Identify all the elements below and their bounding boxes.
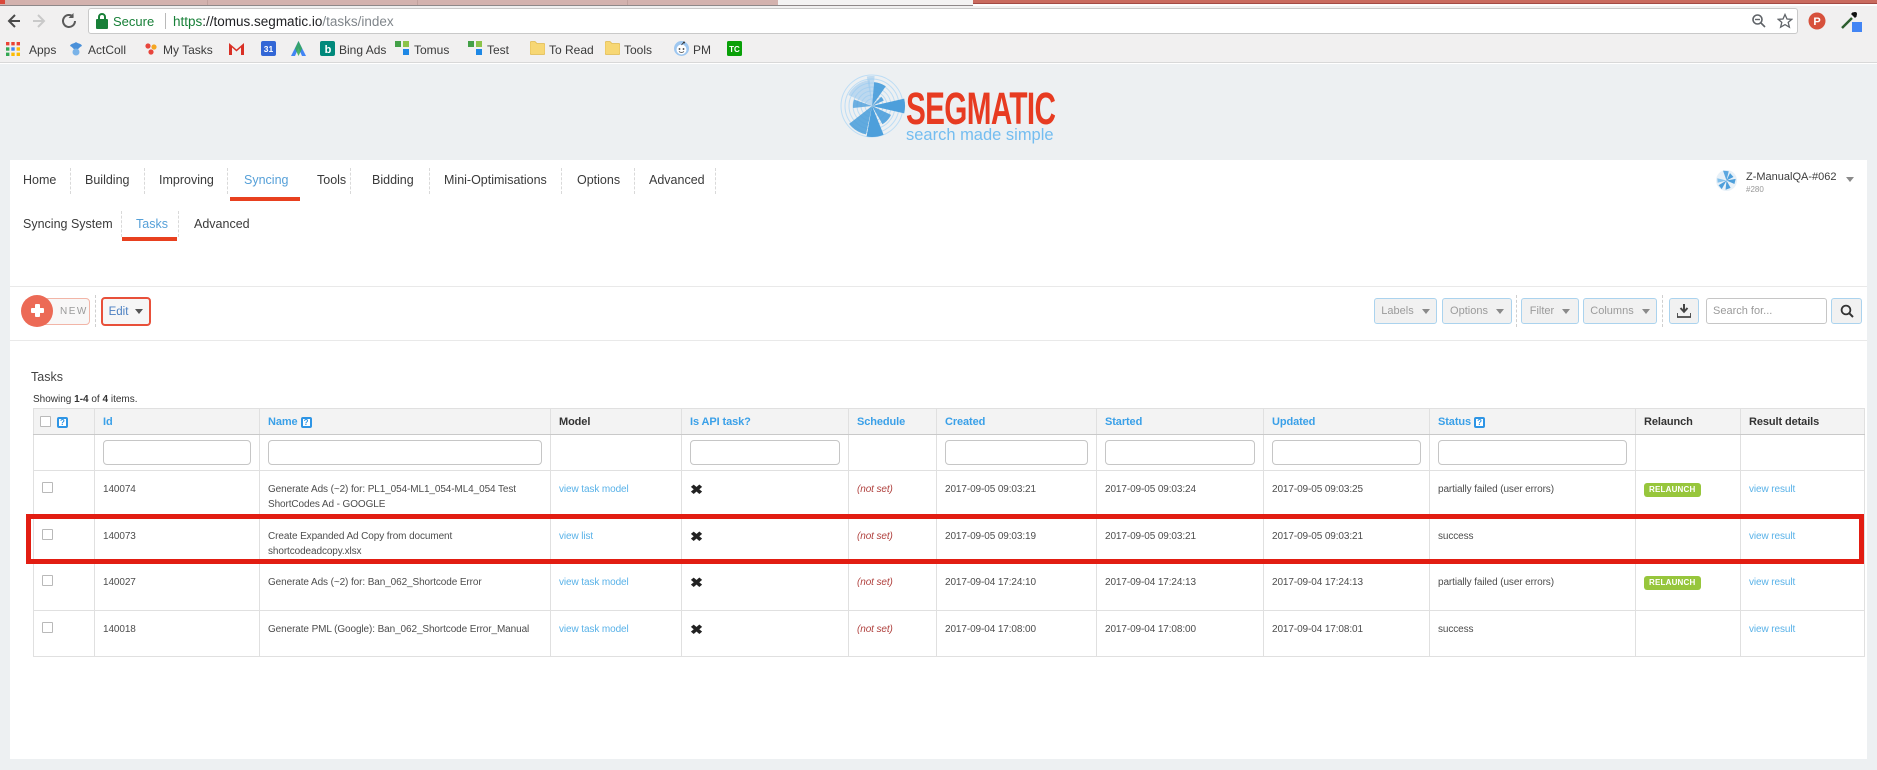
svg-text:P: P (1813, 16, 1820, 28)
svg-text:TC: TC (729, 45, 740, 54)
svg-text:31: 31 (264, 44, 274, 54)
svg-text:b: b (325, 44, 332, 56)
